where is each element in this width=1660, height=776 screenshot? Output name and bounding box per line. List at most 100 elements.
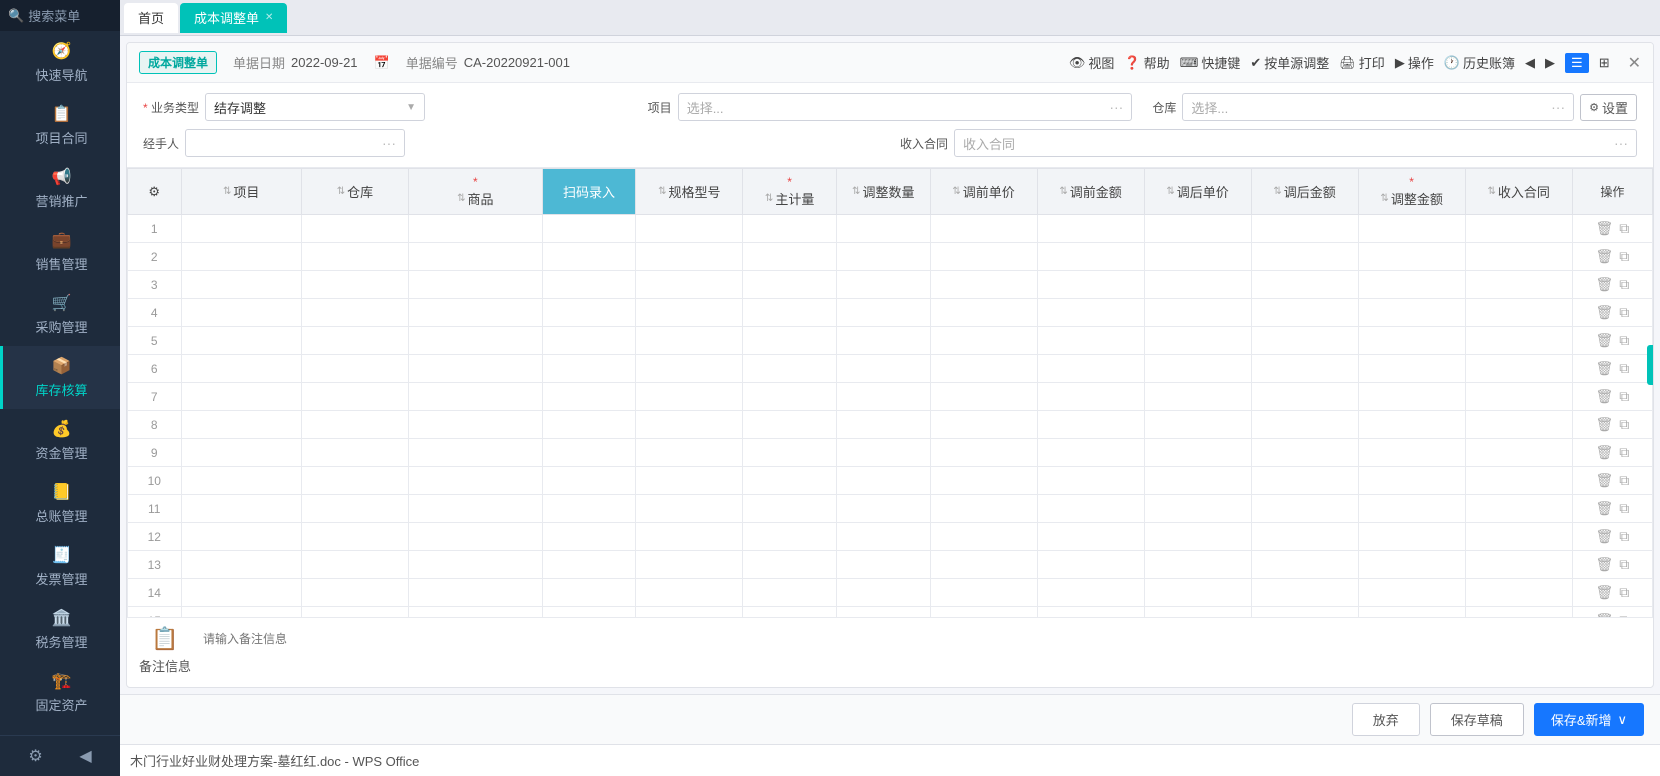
row-product-15[interactable] xyxy=(408,607,542,618)
row-spec-13[interactable] xyxy=(636,551,743,579)
row-project-4[interactable] xyxy=(181,299,301,327)
income-contract-input[interactable]: 收入合同 ··· xyxy=(954,129,1637,157)
row-scan-10[interactable] xyxy=(542,467,636,495)
row-project-12[interactable] xyxy=(181,523,301,551)
row-adj-amt-9[interactable] xyxy=(1358,439,1465,467)
row-warehouse-3[interactable] xyxy=(301,271,408,299)
copy-icon-7[interactable]: ⧉ xyxy=(1619,388,1629,405)
row-new-amt-14[interactable] xyxy=(1251,579,1358,607)
row-spec-2[interactable] xyxy=(636,243,743,271)
row-income-6[interactable] xyxy=(1465,355,1572,383)
row-prev-amt-5[interactable] xyxy=(1037,327,1144,355)
row-qty-3[interactable] xyxy=(836,271,930,299)
row-spec-12[interactable] xyxy=(636,523,743,551)
row-unit-1[interactable] xyxy=(743,215,837,243)
th-prev-amt[interactable]: ⇅调前金额 xyxy=(1037,169,1144,215)
copy-icon-15[interactable]: ⧉ xyxy=(1619,612,1629,617)
sidebar-item-tax-mgmt[interactable]: 🏛️ 税务管理 xyxy=(0,598,120,661)
row-warehouse-4[interactable] xyxy=(301,299,408,327)
row-product-8[interactable] xyxy=(408,411,542,439)
row-prev-amt-8[interactable] xyxy=(1037,411,1144,439)
row-adj-amt-4[interactable] xyxy=(1358,299,1465,327)
delete-icon-11[interactable]: 🗑 xyxy=(1595,500,1613,517)
row-project-7[interactable] xyxy=(181,383,301,411)
row-spec-9[interactable] xyxy=(636,439,743,467)
row-project-1[interactable] xyxy=(181,215,301,243)
delete-icon-13[interactable]: 🗑 xyxy=(1595,556,1613,573)
delete-icon-12[interactable]: 🗑 xyxy=(1595,528,1613,545)
row-warehouse-10[interactable] xyxy=(301,467,408,495)
review-btn[interactable]: ✔ 按单源调整 xyxy=(1250,53,1329,72)
shortcut-btn[interactable]: ⌨ 快捷键 xyxy=(1180,53,1241,72)
row-prev-price-10[interactable] xyxy=(930,467,1037,495)
row-new-price-10[interactable] xyxy=(1144,467,1251,495)
row-spec-6[interactable] xyxy=(636,355,743,383)
row-prev-amt-7[interactable] xyxy=(1037,383,1144,411)
sidebar-item-ledger-mgmt[interactable]: 📒 总账管理 xyxy=(0,472,120,535)
row-prev-price-7[interactable] xyxy=(930,383,1037,411)
agent-input[interactable]: ··· xyxy=(185,129,405,157)
row-project-3[interactable] xyxy=(181,271,301,299)
row-prev-amt-3[interactable] xyxy=(1037,271,1144,299)
row-project-11[interactable] xyxy=(181,495,301,523)
row-new-price-11[interactable] xyxy=(1144,495,1251,523)
row-prev-price-6[interactable] xyxy=(930,355,1037,383)
row-unit-2[interactable] xyxy=(743,243,837,271)
row-income-4[interactable] xyxy=(1465,299,1572,327)
row-new-amt-9[interactable] xyxy=(1251,439,1358,467)
delete-icon-6[interactable]: 🗑 xyxy=(1595,360,1613,377)
row-unit-15[interactable] xyxy=(743,607,837,618)
row-new-price-1[interactable] xyxy=(1144,215,1251,243)
row-income-1[interactable] xyxy=(1465,215,1572,243)
help-btn[interactable]: ❓ 帮助 xyxy=(1124,53,1169,72)
row-adj-amt-11[interactable] xyxy=(1358,495,1465,523)
row-new-amt-11[interactable] xyxy=(1251,495,1358,523)
row-prev-price-3[interactable] xyxy=(930,271,1037,299)
row-prev-amt-2[interactable] xyxy=(1037,243,1144,271)
delete-icon-15[interactable]: 🗑 xyxy=(1595,612,1613,617)
sidebar-item-quick-nav[interactable]: 🧭 快速导航 xyxy=(0,31,120,94)
row-prev-price-14[interactable] xyxy=(930,579,1037,607)
delete-icon-1[interactable]: 🗑 xyxy=(1595,220,1613,237)
row-spec-8[interactable] xyxy=(636,411,743,439)
row-income-9[interactable] xyxy=(1465,439,1572,467)
row-product-5[interactable] xyxy=(408,327,542,355)
project-input[interactable]: 选择... ··· xyxy=(678,93,1133,121)
th-new-price[interactable]: ⇅调后单价 xyxy=(1144,169,1251,215)
copy-icon-5[interactable]: ⧉ xyxy=(1619,332,1629,349)
row-qty-8[interactable] xyxy=(836,411,930,439)
row-scan-11[interactable] xyxy=(542,495,636,523)
row-warehouse-2[interactable] xyxy=(301,243,408,271)
row-unit-4[interactable] xyxy=(743,299,837,327)
row-warehouse-11[interactable] xyxy=(301,495,408,523)
row-new-amt-1[interactable] xyxy=(1251,215,1358,243)
row-new-amt-5[interactable] xyxy=(1251,327,1358,355)
delete-icon-9[interactable]: 🗑 xyxy=(1595,444,1613,461)
row-spec-10[interactable] xyxy=(636,467,743,495)
row-warehouse-12[interactable] xyxy=(301,523,408,551)
row-scan-3[interactable] xyxy=(542,271,636,299)
settings-icon[interactable]: ⚙ xyxy=(28,746,42,766)
copy-icon-6[interactable]: ⧉ xyxy=(1619,360,1629,377)
row-scan-13[interactable] xyxy=(542,551,636,579)
row-prev-price-15[interactable] xyxy=(930,607,1037,618)
row-new-amt-3[interactable] xyxy=(1251,271,1358,299)
row-warehouse-13[interactable] xyxy=(301,551,408,579)
taskbar-wps-label[interactable]: 木门行业好业财处理方案-墓红红.doc - WPS Office xyxy=(130,754,419,769)
row-prev-amt-9[interactable] xyxy=(1037,439,1144,467)
copy-icon-1[interactable]: ⧉ xyxy=(1619,220,1629,237)
th-product[interactable]: ⇅商品 xyxy=(408,169,542,215)
row-qty-10[interactable] xyxy=(836,467,930,495)
tab-close-cost-adjust[interactable]: ✕ xyxy=(265,12,273,23)
row-prev-price-11[interactable] xyxy=(930,495,1037,523)
row-qty-12[interactable] xyxy=(836,523,930,551)
row-prev-price-9[interactable] xyxy=(930,439,1037,467)
row-new-price-7[interactable] xyxy=(1144,383,1251,411)
row-unit-7[interactable] xyxy=(743,383,837,411)
row-new-price-15[interactable] xyxy=(1144,607,1251,618)
delete-icon-14[interactable]: 🗑 xyxy=(1595,584,1613,601)
row-scan-4[interactable] xyxy=(542,299,636,327)
row-income-5[interactable] xyxy=(1465,327,1572,355)
row-prev-amt-15[interactable] xyxy=(1037,607,1144,618)
copy-icon-3[interactable]: ⧉ xyxy=(1619,276,1629,293)
